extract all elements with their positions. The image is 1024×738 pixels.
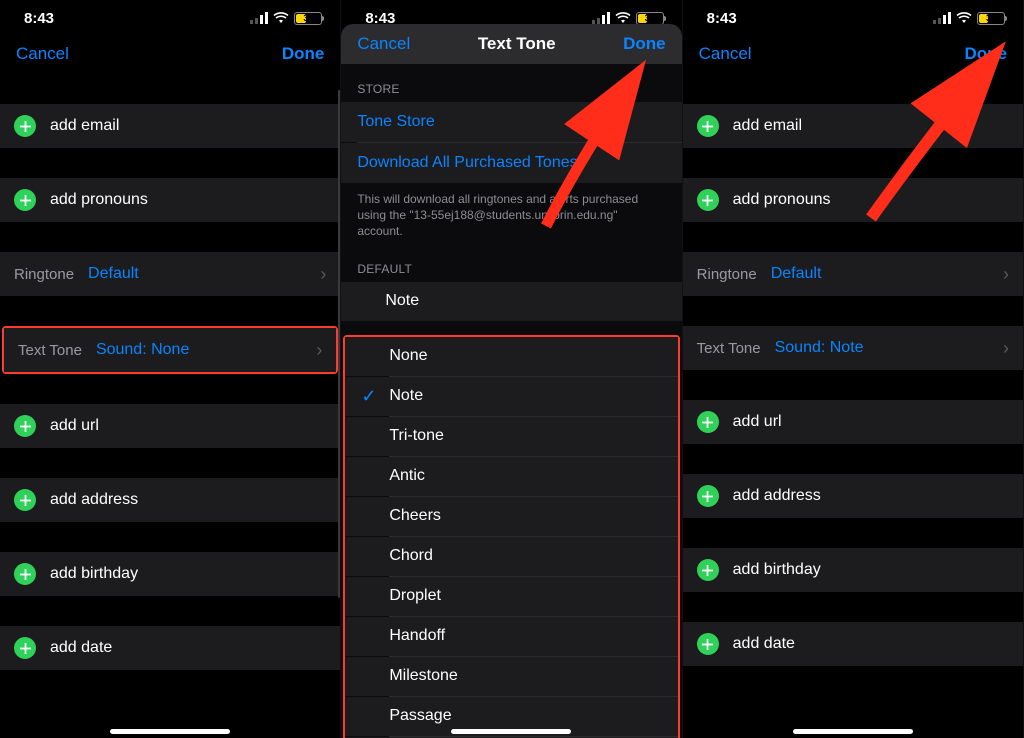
plus-icon	[14, 415, 36, 437]
cancel-button[interactable]: Cancel	[16, 44, 69, 64]
status-time: 8:43	[707, 10, 737, 27]
tone-option[interactable]: Milestone	[345, 657, 677, 696]
tone-option[interactable]: Tri-tone	[345, 417, 677, 456]
wifi-icon	[956, 12, 972, 24]
plus-icon	[14, 115, 36, 137]
tone-list: None ✓Note Tri-tone Antic Cheers Chord Droplet…	[345, 337, 677, 738]
tone-name: Droplet	[389, 587, 661, 605]
chevron-right-icon: ›	[316, 340, 322, 361]
add-pronouns-row[interactable]: add pronouns	[0, 178, 340, 222]
tone-name: Chord	[389, 547, 661, 565]
status-time: 8:43	[24, 10, 54, 27]
home-indicator[interactable]	[451, 729, 571, 734]
tone-name: Antic	[389, 467, 661, 485]
sheet-nav-bar: Cancel Text Tone Done	[341, 24, 681, 64]
tone-option[interactable]: None	[345, 337, 677, 376]
add-email-row[interactable]: add email	[0, 104, 340, 148]
text-tone-row[interactable]: Text Tone Sound: None ›	[4, 328, 336, 372]
tone-option-top[interactable]: Note	[341, 282, 681, 321]
modal-sheet: Cancel Text Tone Done Store Tone Store D…	[341, 24, 681, 738]
battery-icon: 36	[977, 12, 1005, 25]
tone-store-row[interactable]: Tone Store	[341, 102, 681, 142]
tone-option[interactable]: Cheers	[345, 497, 677, 536]
done-button[interactable]: Done	[623, 34, 666, 54]
nav-bar: Cancel Done	[683, 34, 1023, 74]
plus-icon	[697, 411, 719, 433]
store-info-text: This will download all ringtones and ale…	[341, 183, 681, 244]
chevron-right-icon: ›	[1003, 338, 1009, 359]
content-scroll[interactable]: add email add pronouns Ringtone Default …	[683, 74, 1023, 738]
plus-icon	[697, 189, 719, 211]
status-bar: 8:43 36	[683, 0, 1023, 34]
chevron-right-icon: ›	[1003, 264, 1009, 285]
tone-name: Cheers	[389, 507, 661, 525]
screen-text-tone-sheet: 8:43 36 Cancel Text Tone Done Store Tone…	[341, 0, 682, 738]
sheet-title: Text Tone	[478, 34, 556, 54]
plus-icon	[697, 633, 719, 655]
add-date-row[interactable]: add date	[683, 622, 1023, 666]
tone-name: Note	[389, 387, 661, 405]
cellular-icon	[592, 12, 610, 24]
plus-icon	[14, 189, 36, 211]
add-url-row[interactable]: add url	[0, 404, 340, 448]
plus-icon	[697, 485, 719, 507]
tone-option[interactable]: Droplet	[345, 577, 677, 616]
cellular-icon	[933, 12, 951, 24]
add-date-row[interactable]: add date	[0, 626, 340, 670]
battery-icon: 37	[294, 12, 322, 25]
plus-icon	[14, 489, 36, 511]
done-button[interactable]: Done	[282, 44, 325, 64]
ringtone-row[interactable]: Ringtone Default ›	[683, 252, 1023, 296]
tone-name: Milestone	[389, 667, 661, 685]
done-button[interactable]: Done	[964, 44, 1007, 64]
text-tone-row[interactable]: Text Tone Sound: Note ›	[683, 326, 1023, 370]
checkmark-icon: ✓	[361, 386, 389, 407]
plus-icon	[14, 637, 36, 659]
add-birthday-row[interactable]: add birthday	[683, 548, 1023, 592]
nav-bar: Cancel Done	[0, 34, 340, 74]
section-header-default: Default	[341, 244, 681, 282]
plus-icon	[697, 559, 719, 581]
tone-option[interactable]: Antic	[345, 457, 677, 496]
cancel-button[interactable]: Cancel	[357, 34, 410, 54]
add-address-row[interactable]: add address	[683, 474, 1023, 518]
tone-option[interactable]: ✓Note	[345, 377, 677, 416]
add-address-row[interactable]: add address	[0, 478, 340, 522]
add-url-row[interactable]: add url	[683, 400, 1023, 444]
screen-contact-edit-1: 8:43 37 Cancel Done add email add p	[0, 0, 341, 738]
cancel-button[interactable]: Cancel	[699, 44, 752, 64]
battery-icon: 36	[636, 12, 664, 25]
plus-icon	[14, 563, 36, 585]
highlight-annotation: None ✓Note Tri-tone Antic Cheers Chord Droplet…	[343, 335, 679, 738]
tone-name: Passage	[389, 707, 661, 725]
tone-option[interactable]: Chord	[345, 537, 677, 576]
cellular-icon	[250, 12, 268, 24]
plus-icon	[697, 115, 719, 137]
ringtone-row[interactable]: Ringtone Default ›	[0, 252, 340, 296]
wifi-icon	[615, 12, 631, 24]
wifi-icon	[273, 12, 289, 24]
highlight-annotation: Text Tone Sound: None ›	[2, 326, 338, 374]
home-indicator[interactable]	[110, 729, 230, 734]
tone-option[interactable]: Handoff	[345, 617, 677, 656]
section-header-store: Store	[341, 64, 681, 102]
tone-name: Handoff	[389, 627, 661, 645]
chevron-right-icon: ›	[320, 264, 326, 285]
home-indicator[interactable]	[793, 729, 913, 734]
tone-name: Tri-tone	[389, 427, 661, 445]
status-bar: 8:43 37	[0, 0, 340, 34]
download-tones-row[interactable]: Download All Purchased Tones	[341, 143, 681, 183]
add-pronouns-row[interactable]: add pronouns	[683, 178, 1023, 222]
add-email-row[interactable]: add email	[683, 104, 1023, 148]
screen-contact-edit-2: 8:43 36 Cancel Done add email add p	[683, 0, 1024, 738]
add-birthday-row[interactable]: add birthday	[0, 552, 340, 596]
content-scroll[interactable]: add email add pronouns Ringtone Default …	[0, 74, 340, 738]
tone-name: None	[389, 347, 661, 365]
